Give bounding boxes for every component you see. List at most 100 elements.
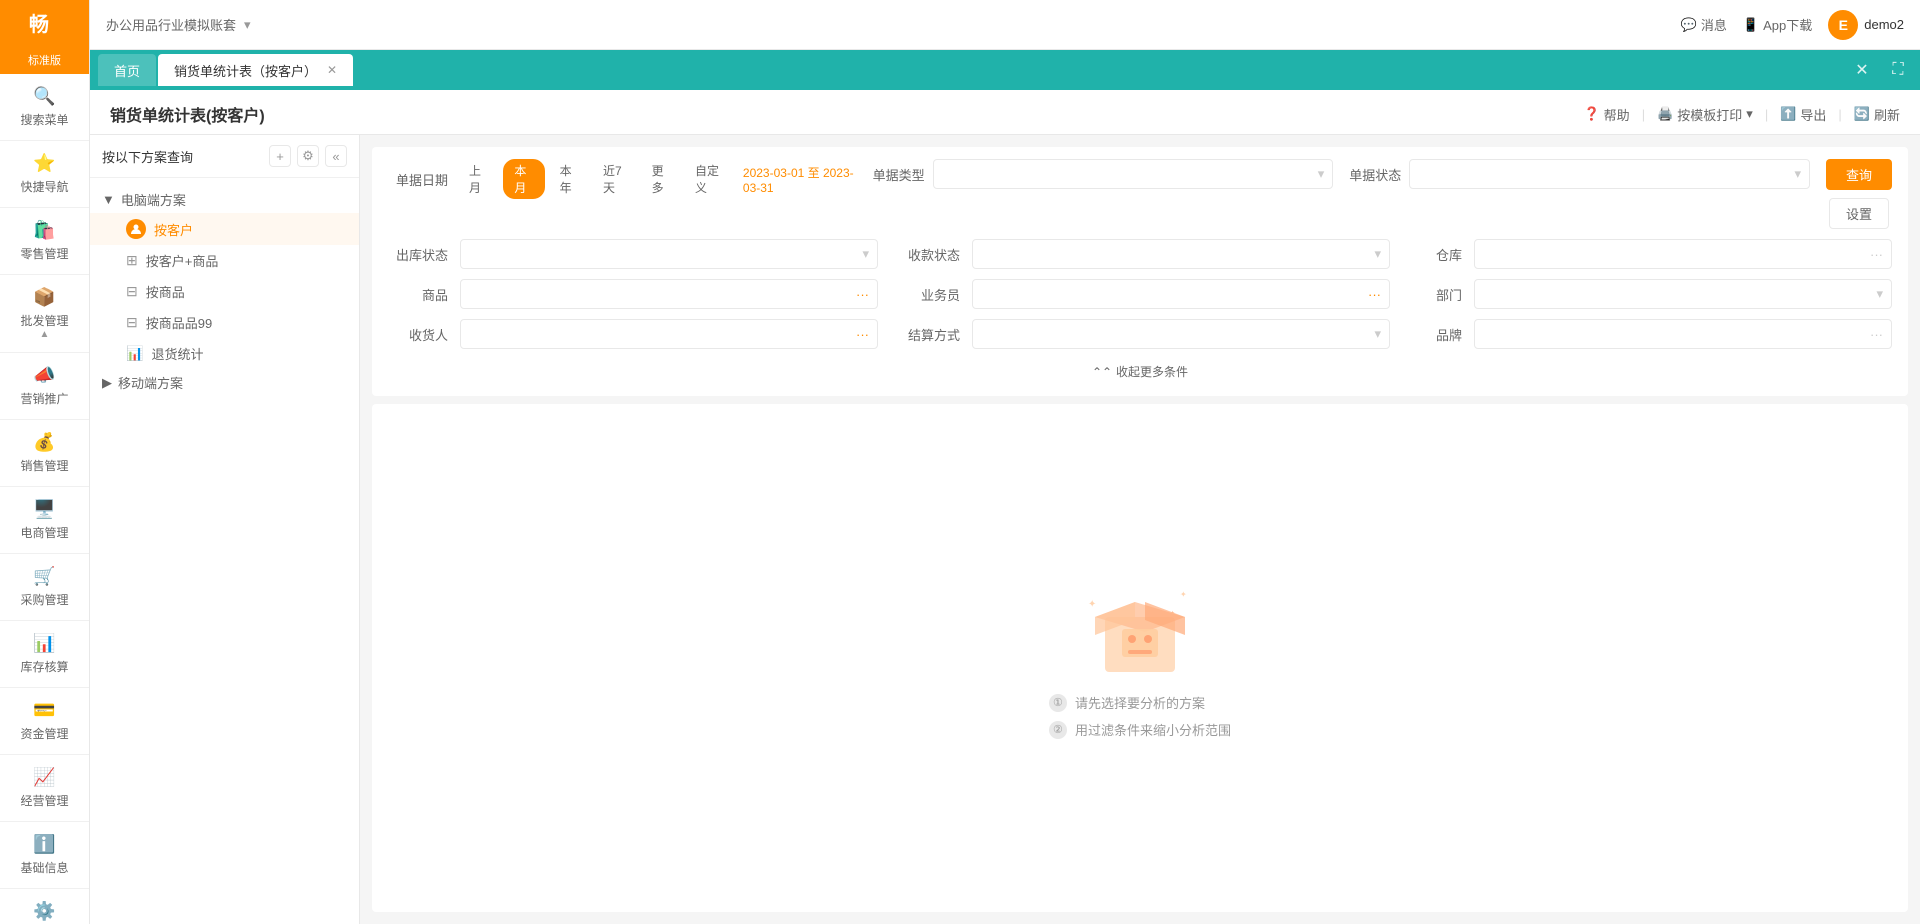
sidebar-item-finance[interactable]: 💳 资金管理 xyxy=(0,688,89,755)
sidebar-item-purchase[interactable]: 🛒 采购管理 xyxy=(0,554,89,621)
tabbar-actions: ✕ ⛶ xyxy=(1848,56,1912,84)
sidebar-item-basic[interactable]: ℹ️ 基础信息 xyxy=(0,822,89,889)
page-header: 销货单统计表(按客户) ❓ 帮助 | 🖨️ 按模板打印 ▾ | ⬆️ 导出 | xyxy=(90,90,1920,135)
payment-chevron xyxy=(1374,326,1381,342)
tree-category-label-desktop: 电脑端方案 xyxy=(121,190,186,209)
warehouse-select[interactable]: ··· xyxy=(1474,239,1892,269)
sidebar-item-wholesale[interactable]: 📦 批发管理 ▲ xyxy=(0,275,89,353)
sidebar-item-marketing[interactable]: 📣 营销推广 xyxy=(0,353,89,420)
content-area: 按以下方案查询 + ⚙ « ▼ 电脑端方案 xyxy=(90,135,1920,924)
dept-select[interactable] xyxy=(1474,279,1892,309)
empty-svg: ✦ ✦ ✦ xyxy=(1080,577,1200,677)
sidebar-item-search-label: 搜索菜单 xyxy=(20,111,68,128)
sidebar-item-ecommerce[interactable]: 🖥️ 电商管理 xyxy=(0,487,89,554)
tree-item-by-customer[interactable]: 按客户 xyxy=(90,213,359,245)
tree-category-arrow-desktop: ▼ xyxy=(102,192,115,207)
product-ellipsis[interactable]: ··· xyxy=(856,287,869,302)
tree-item-by-product99-label: 按商品品99 xyxy=(146,313,212,332)
brand-label: 品牌 xyxy=(1402,325,1462,344)
filter-date-col: 单据日期 上月 本月 本年 近7天 更多 自定义 2023-03-01 至 20… xyxy=(388,159,857,199)
doctype-select[interactable] xyxy=(933,159,1334,189)
filter-doctype-col: 单据类型 xyxy=(865,159,1334,189)
app-download-btn[interactable]: 📱 App下载 xyxy=(1743,15,1812,34)
retail-icon: 🛍️ xyxy=(33,220,55,241)
sidebar-item-inventory-label: 库存核算 xyxy=(20,658,68,675)
sidebar-item-search[interactable]: 🔍 搜索菜单 xyxy=(0,74,89,141)
wholesale-arrow: ▲ xyxy=(40,329,50,340)
salesperson-select[interactable]: ··· xyxy=(972,279,1390,309)
tree-category-mobile[interactable]: ▶ 移动端方案 xyxy=(90,369,359,396)
search-icon: 🔍 xyxy=(33,86,55,107)
settings-scheme-btn[interactable]: ⚙ xyxy=(297,145,319,167)
outstatus-select[interactable] xyxy=(460,239,878,269)
avatar: E xyxy=(1828,10,1858,40)
consignee-select[interactable]: ··· xyxy=(460,319,878,349)
warehouse-ellipsis[interactable]: ··· xyxy=(1870,247,1883,262)
topbar-left: 办公用品行业模拟账套 ▾ xyxy=(106,15,251,34)
sidebar-item-sales[interactable]: 💰 销售管理 xyxy=(0,420,89,487)
date-btn-this-month[interactable]: 本月 xyxy=(503,159,544,199)
help-btn[interactable]: ❓ 帮助 xyxy=(1583,105,1629,124)
receivestatus-chevron xyxy=(1374,246,1381,262)
wholesale-icon: 📦 xyxy=(33,287,55,308)
industry-dropdown-icon[interactable]: ▾ xyxy=(244,17,251,33)
sidebar-item-ecommerce-label: 电商管理 xyxy=(20,524,68,541)
tabbar: 首页 销货单统计表（按客户） ✕ ✕ ⛶ xyxy=(90,50,1920,90)
date-btn-7days[interactable]: 近7天 xyxy=(594,159,637,199)
sidebar-item-inventory[interactable]: 📊 库存核算 xyxy=(0,621,89,688)
help-label: 帮助 xyxy=(1604,105,1630,124)
salesperson-ellipsis[interactable]: ··· xyxy=(1368,287,1381,302)
product99-icon: ⊟ xyxy=(126,314,138,331)
date-btn-custom[interactable]: 自定义 xyxy=(686,159,733,199)
tree-item-by-product99[interactable]: ⊟ 按商品品99 xyxy=(90,307,359,338)
tree-category-label-mobile: 移动端方案 xyxy=(118,373,183,392)
refresh-btn[interactable]: 🔄 刷新 xyxy=(1854,105,1900,124)
collapse-bar[interactable]: ⌃⌃ 收起更多条件 xyxy=(388,359,1892,384)
tab-expand-btn[interactable]: ⛶ xyxy=(1884,56,1912,84)
date-btn-last-month[interactable]: 上月 xyxy=(460,159,497,199)
empty-hints: ① 请先选择要分析的方案 ② 用过滤条件来缩小分析范围 xyxy=(1049,693,1231,739)
tree-item-by-customer-product[interactable]: ⊞ 按客户+商品 xyxy=(90,245,359,276)
sidebar-item-purchase-label: 采购管理 xyxy=(20,591,68,608)
customer-product-icon: ⊞ xyxy=(126,252,138,269)
tab-home[interactable]: 首页 xyxy=(98,54,156,86)
message-label: 消息 xyxy=(1701,15,1727,34)
product-label: 商品 xyxy=(388,285,448,304)
hint-num-2: ② xyxy=(1049,721,1067,739)
tab-close-window-btn[interactable]: ✕ xyxy=(1848,56,1876,84)
tree-category-desktop[interactable]: ▼ 电脑端方案 xyxy=(90,186,359,213)
sidebar-item-retail[interactable]: 🛍️ 零售管理 xyxy=(0,208,89,275)
tree-item-by-product[interactable]: ⊟ 按商品 xyxy=(90,276,359,307)
user-area[interactable]: E demo2 xyxy=(1828,10,1904,40)
print-btn[interactable]: 🖨️ 按模板打印 ▾ xyxy=(1657,105,1753,124)
tab-close-icon[interactable]: ✕ xyxy=(327,63,337,77)
filter-row-1: 单据日期 上月 本月 本年 近7天 更多 自定义 2023-03-01 至 20… xyxy=(388,159,1892,229)
salesperson-label: 业务员 xyxy=(890,285,960,304)
tree-item-by-customer-product-label: 按客户+商品 xyxy=(146,251,219,270)
brand-select[interactable]: ··· xyxy=(1474,319,1892,349)
date-btn-this-year[interactable]: 本年 xyxy=(551,159,588,199)
sidebar-item-operation[interactable]: 📈 经营管理 xyxy=(0,755,89,822)
collapse-scheme-btn[interactable]: « xyxy=(325,145,347,167)
outstatus-chevron xyxy=(862,246,869,262)
query-btn[interactable]: 查询 xyxy=(1826,159,1892,190)
settings-btn[interactable]: 设置 xyxy=(1829,198,1889,229)
export-btn[interactable]: ⬆️ 导出 xyxy=(1780,105,1826,124)
tree-item-return-stat[interactable]: 📊 退货统计 xyxy=(90,338,359,369)
product-select[interactable]: ··· xyxy=(460,279,878,309)
payment-select[interactable] xyxy=(972,319,1390,349)
tab-sales-stat[interactable]: 销货单统计表（按客户） ✕ xyxy=(158,54,353,86)
filter-date-row: 单据日期 上月 本月 本年 近7天 更多 自定义 2023-03-01 至 20… xyxy=(388,159,857,199)
filter-row-3: 商品 ··· 业务员 ··· 部门 xyxy=(388,279,1892,309)
message-btn[interactable]: 💬 消息 xyxy=(1681,15,1727,34)
consignee-ellipsis[interactable]: ··· xyxy=(856,327,869,342)
brand-ellipsis[interactable]: ··· xyxy=(1870,327,1883,342)
receivestatus-select[interactable] xyxy=(972,239,1390,269)
add-scheme-btn[interactable]: + xyxy=(269,145,291,167)
ecommerce-icon: 🖥️ xyxy=(33,499,55,520)
sidebar-item-system[interactable]: ⚙️ 系统管理 xyxy=(0,889,89,924)
date-btn-more[interactable]: 更多 xyxy=(643,159,680,199)
sidebar-item-quicknav[interactable]: ⭐ 快捷导航 xyxy=(0,141,89,208)
operation-icon: 📈 xyxy=(33,767,55,788)
docstatus-select[interactable] xyxy=(1409,159,1810,189)
